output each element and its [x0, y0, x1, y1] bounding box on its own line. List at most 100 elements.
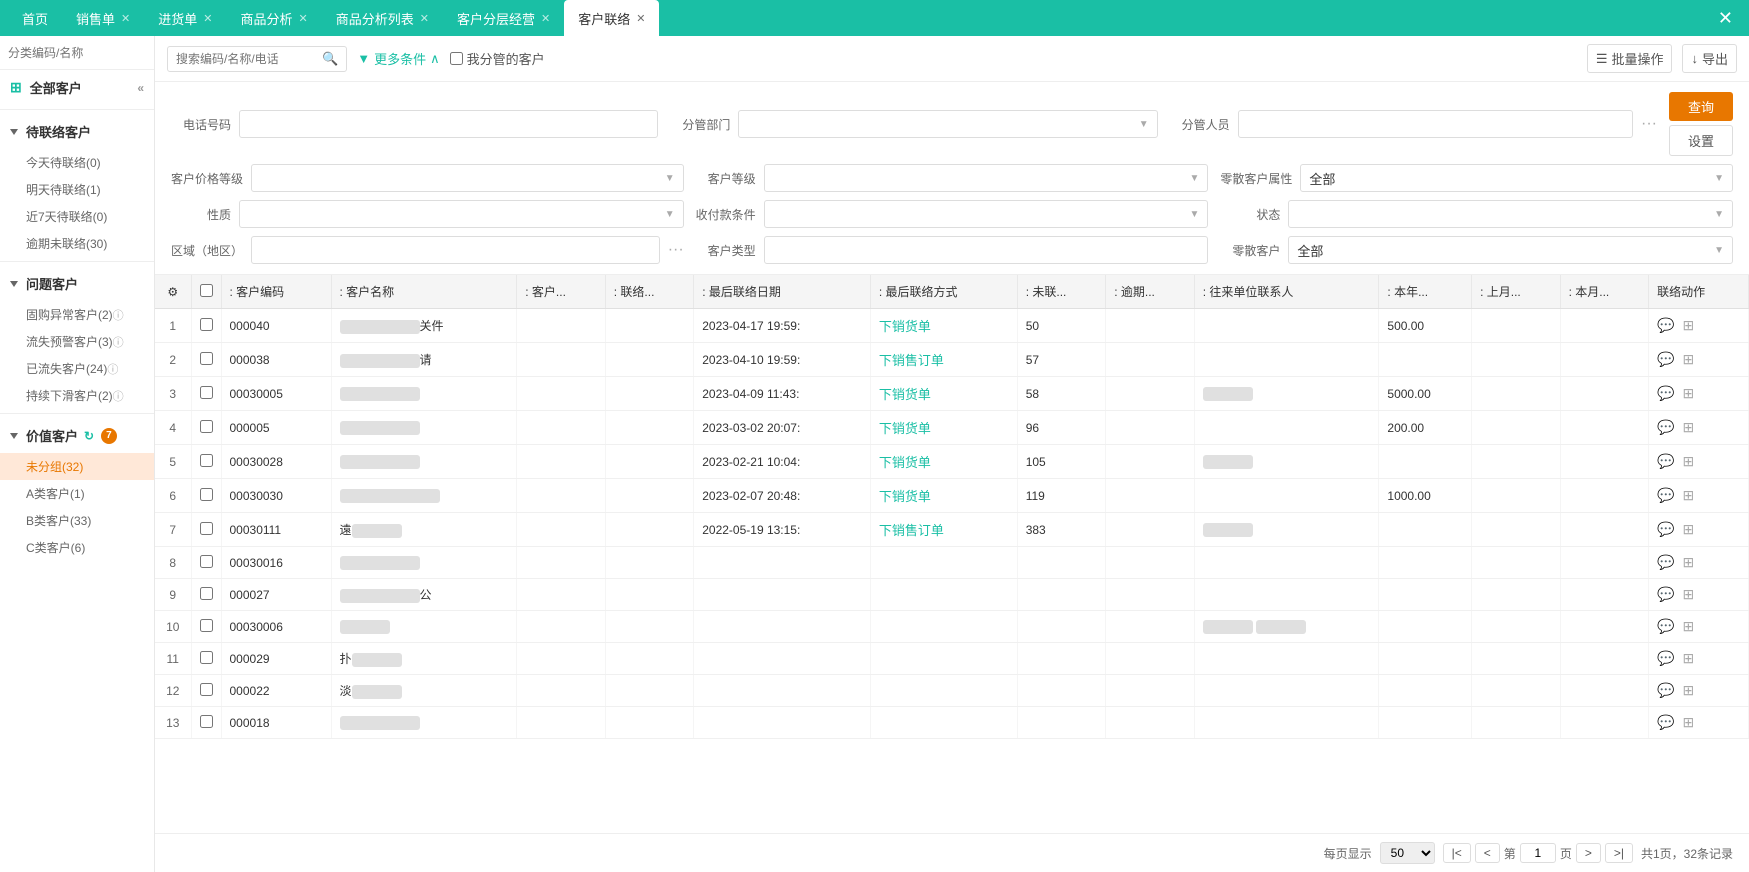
- row-checkbox[interactable]: [200, 420, 213, 433]
- grid-action-icon[interactable]: ⊞: [1683, 650, 1695, 667]
- main-search-icon[interactable]: 🔍: [322, 51, 338, 67]
- grid-action-icon[interactable]: ⊞: [1683, 521, 1695, 538]
- col-company-contact[interactable]: : 往来单位联系人: [1194, 275, 1379, 309]
- first-page-button[interactable]: |<: [1443, 843, 1471, 863]
- filter-region-more[interactable]: ···: [668, 241, 684, 259]
- sidebar-pending-contact-header[interactable]: 待联络客户: [0, 114, 154, 149]
- row-last-type-link[interactable]: 下销货单: [879, 421, 931, 436]
- filter-nature-select[interactable]: ▼: [239, 200, 684, 228]
- chat-icon[interactable]: 💬: [1657, 385, 1674, 402]
- tab-home[interactable]: 首页: [8, 0, 62, 36]
- col-this-year[interactable]: : 本年...: [1379, 275, 1472, 309]
- sidebar-item-overdue-contact[interactable]: 逾期未联络(30): [0, 230, 154, 257]
- sidebar-search-input[interactable]: [8, 46, 155, 60]
- sidebar-item-class-a[interactable]: A类客户(1): [0, 480, 154, 507]
- filter-reset-button[interactable]: 设置: [1669, 125, 1733, 156]
- chat-icon[interactable]: 💬: [1657, 317, 1674, 334]
- tab-sales[interactable]: 销售单 ✕: [62, 0, 144, 36]
- filter-customer-type-select[interactable]: [764, 236, 1209, 264]
- chat-icon[interactable]: 💬: [1657, 682, 1674, 699]
- col-contact-person[interactable]: : 联络...: [605, 275, 694, 309]
- row-checkbox[interactable]: [200, 715, 213, 728]
- main-search-input[interactable]: [176, 52, 316, 66]
- tab-analysis-list[interactable]: 商品分析列表 ✕: [322, 0, 443, 36]
- row-checkbox[interactable]: [200, 619, 213, 632]
- filter-search-button[interactable]: 查询: [1669, 92, 1733, 121]
- grid-action-icon[interactable]: ⊞: [1683, 714, 1695, 731]
- sidebar-item-class-b[interactable]: B类客户(33): [0, 507, 154, 534]
- sidebar-item-7day-pending[interactable]: 近7天待联络(0): [0, 203, 154, 230]
- row-checkbox[interactable]: [200, 386, 213, 399]
- filter-department-select[interactable]: ▼: [738, 110, 1157, 138]
- chat-icon[interactable]: 💬: [1657, 521, 1674, 538]
- sidebar-problem-customers-header[interactable]: 问题客户: [0, 266, 154, 301]
- row-last-type-link[interactable]: 下销货单: [879, 319, 931, 334]
- sidebar-item-abnormal[interactable]: 固购异常客户(2) ⓘ: [0, 301, 154, 328]
- col-name[interactable]: : 客户名称: [331, 275, 517, 309]
- filter-payment-select[interactable]: ▼: [764, 200, 1209, 228]
- grid-action-icon[interactable]: ⊞: [1683, 385, 1695, 402]
- filter-price-level-select[interactable]: ▼: [251, 164, 684, 192]
- row-checkbox[interactable]: [200, 318, 213, 331]
- row-checkbox[interactable]: [200, 454, 213, 467]
- row-checkbox[interactable]: [200, 683, 213, 696]
- col-last-contact-type[interactable]: : 最后联络方式: [870, 275, 1017, 309]
- row-checkbox[interactable]: [200, 352, 213, 365]
- filter-status-select[interactable]: ▼: [1288, 200, 1733, 228]
- chat-icon[interactable]: 💬: [1657, 487, 1674, 504]
- col-last-contact-date[interactable]: : 最后联络日期: [694, 275, 871, 309]
- grid-action-icon[interactable]: ⊞: [1683, 554, 1695, 571]
- tab-purchase[interactable]: 进货单 ✕: [144, 0, 226, 36]
- export-button[interactable]: ↓ 导出: [1682, 44, 1737, 73]
- refresh-icon[interactable]: ↻: [84, 429, 94, 443]
- sidebar-item-tomorrow-pending[interactable]: 明天待联络(1): [0, 176, 154, 203]
- window-close-button[interactable]: ✕: [1710, 8, 1741, 29]
- tab-analysis-close[interactable]: ✕: [299, 12, 308, 25]
- tab-customer-tier-close[interactable]: ✕: [541, 12, 550, 25]
- tab-customer-contact-close[interactable]: ✕: [636, 12, 645, 25]
- row-last-type-link[interactable]: 下销货单: [879, 387, 931, 402]
- grid-action-icon[interactable]: ⊞: [1683, 453, 1695, 470]
- last-page-button[interactable]: >|: [1605, 843, 1633, 863]
- next-page-button[interactable]: >: [1576, 843, 1601, 863]
- filter-customer-level-select[interactable]: ▼: [764, 164, 1209, 192]
- sidebar-all-customers[interactable]: ⊞ 全部客户 «: [0, 70, 154, 105]
- sidebar-collapse-btn[interactable]: «: [137, 81, 144, 95]
- row-checkbox[interactable]: [200, 555, 213, 568]
- tab-analysis-list-close[interactable]: ✕: [420, 12, 429, 25]
- col-settings[interactable]: ⚙: [155, 275, 191, 309]
- tab-sales-close[interactable]: ✕: [121, 12, 130, 25]
- sidebar-item-churn-warning[interactable]: 流失预警客户(3) ⓘ: [0, 328, 154, 355]
- sidebar-item-today-pending[interactable]: 今天待联络(0): [0, 149, 154, 176]
- row-last-type-link[interactable]: 下销货单: [879, 489, 931, 504]
- chat-icon[interactable]: 💬: [1657, 419, 1674, 436]
- grid-action-icon[interactable]: ⊞: [1683, 586, 1695, 603]
- grid-action-icon[interactable]: ⊞: [1683, 351, 1695, 368]
- sidebar-item-churned[interactable]: 已流失客户(24) ⓘ: [0, 355, 154, 382]
- tab-customer-contact[interactable]: 客户联络 ✕: [564, 0, 659, 36]
- chat-icon[interactable]: 💬: [1657, 554, 1674, 571]
- col-customer-type[interactable]: : 客户...: [517, 275, 606, 309]
- chat-icon[interactable]: 💬: [1657, 453, 1674, 470]
- sidebar-item-ungrouped[interactable]: 未分组(32): [0, 453, 154, 480]
- more-filter-button[interactable]: ▼ 更多条件 ∧: [357, 49, 439, 68]
- tab-purchase-close[interactable]: ✕: [203, 12, 212, 25]
- chat-icon[interactable]: 💬: [1657, 351, 1674, 368]
- grid-action-icon[interactable]: ⊞: [1683, 682, 1695, 699]
- batch-operation-button[interactable]: ☰ 批量操作: [1587, 44, 1673, 73]
- row-checkbox[interactable]: [200, 587, 213, 600]
- per-page-select[interactable]: 50 100 200: [1380, 842, 1435, 864]
- filter-manager-select[interactable]: [1238, 110, 1633, 138]
- row-checkbox[interactable]: [200, 522, 213, 535]
- col-no-contact-days[interactable]: : 未联...: [1017, 275, 1106, 309]
- grid-action-icon[interactable]: ⊞: [1683, 618, 1695, 635]
- select-all-checkbox[interactable]: [200, 284, 213, 297]
- filter-phone-input[interactable]: [239, 110, 658, 138]
- filter-retail-select[interactable]: 全部▼: [1288, 236, 1733, 264]
- col-last-month[interactable]: : 上月...: [1472, 275, 1561, 309]
- row-last-type-link[interactable]: 下销货单: [879, 455, 931, 470]
- filter-manager-more[interactable]: ···: [1641, 115, 1657, 133]
- row-last-type-link[interactable]: 下销售订单: [879, 353, 944, 368]
- sidebar-item-class-c[interactable]: C类客户(6): [0, 534, 154, 561]
- col-overdue[interactable]: : 逾期...: [1106, 275, 1195, 309]
